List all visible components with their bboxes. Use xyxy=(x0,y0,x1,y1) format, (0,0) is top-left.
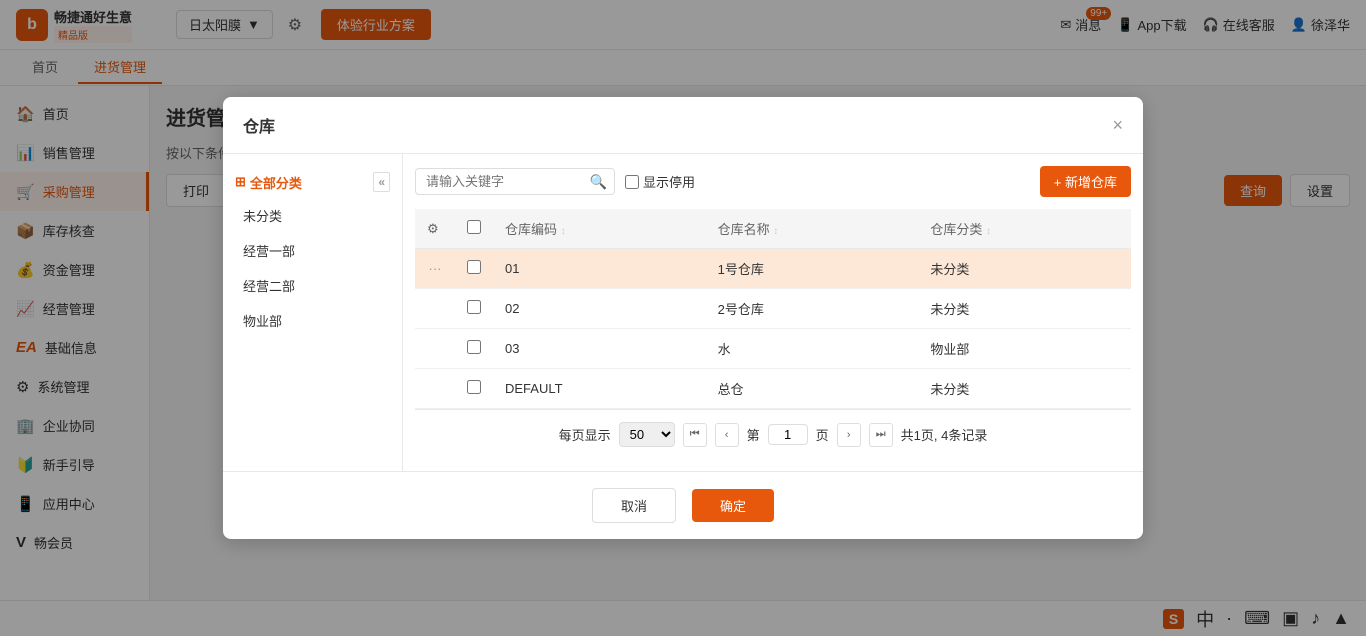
row-actions[interactable] xyxy=(415,329,455,369)
category-item-dept1[interactable]: 经营一部 xyxy=(223,233,402,268)
row-actions[interactable]: ··· xyxy=(415,249,455,289)
last-page-button[interactable]: ⏭ xyxy=(869,423,893,447)
sort-icon-name[interactable]: ↕ xyxy=(773,226,778,237)
row-name: 1号仓库 xyxy=(706,249,919,289)
search-icon[interactable]: 🔍 xyxy=(590,173,607,190)
col-settings[interactable]: ⚙ xyxy=(415,209,455,249)
warehouse-modal: 仓库 × ⊞ 全部分类 « 未分类 经营一部 经营二部 物业部 🔍 xyxy=(223,97,1143,539)
row-category: 未分类 xyxy=(918,249,1131,289)
modal-footer: 取消 确定 xyxy=(223,471,1143,539)
modal-title: 仓库 xyxy=(243,113,275,137)
row-code: DEFAULT xyxy=(493,369,706,409)
page-suffix: 页 xyxy=(816,425,829,444)
category-item-property[interactable]: 物业部 xyxy=(223,303,402,338)
table-row[interactable]: DEFAULT 总仓 未分类 xyxy=(415,369,1131,409)
col-name: 仓库名称 ↕ xyxy=(706,209,919,249)
sort-icon-category[interactable]: ↕ xyxy=(986,226,991,237)
per-page-label: 每页显示 xyxy=(559,425,611,444)
pagination: 每页显示 50 20 100 ⏮ ‹ 第 页 › ⏭ 共1页, 4条记录 xyxy=(415,409,1131,459)
row-actions[interactable] xyxy=(415,369,455,409)
row-code: 02 xyxy=(493,289,706,329)
row-code: 01 xyxy=(493,249,706,289)
show-disabled-label: 显示停用 xyxy=(625,172,695,191)
sort-icon-code[interactable]: ↕ xyxy=(561,226,566,237)
category-all-label: 全部分类 xyxy=(250,173,373,192)
row-checkbox[interactable] xyxy=(455,289,493,329)
table-row[interactable]: ··· 01 1号仓库 未分类 xyxy=(415,249,1131,289)
table-toolbar: 🔍 显示停用 + 新增仓库 xyxy=(415,166,1131,197)
row-category: 未分类 xyxy=(918,289,1131,329)
next-page-button[interactable]: › xyxy=(837,423,861,447)
modal-close-button[interactable]: × xyxy=(1112,115,1123,136)
show-disabled-checkbox[interactable] xyxy=(625,175,639,189)
row-checkbox[interactable] xyxy=(455,329,493,369)
row-checkbox[interactable] xyxy=(455,369,493,409)
row-category: 物业部 xyxy=(918,329,1131,369)
warehouse-table: ⚙ 仓库编码 ↕ 仓库名称 ↕ 仓库分类 ↕ ··· 01 1号仓库 xyxy=(415,209,1131,409)
total-info: 共1页, 4条记录 xyxy=(901,425,988,444)
search-wrapper: 🔍 xyxy=(415,168,615,195)
modal-header: 仓库 × xyxy=(223,97,1143,154)
row-checkbox[interactable] xyxy=(455,249,493,289)
table-container: ⚙ 仓库编码 ↕ 仓库名称 ↕ 仓库分类 ↕ ··· 01 1号仓库 xyxy=(415,209,1131,409)
add-warehouse-button[interactable]: + 新增仓库 xyxy=(1040,166,1131,197)
page-label: 第 xyxy=(747,425,760,444)
row-name: 水 xyxy=(706,329,919,369)
collapse-button[interactable]: « xyxy=(373,172,390,192)
modal-body: ⊞ 全部分类 « 未分类 经营一部 经营二部 物业部 🔍 显示停用 + 新增仓库 xyxy=(223,154,1143,471)
table-panel: 🔍 显示停用 + 新增仓库 ⚙ 仓库编码 xyxy=(403,154,1143,471)
category-item-dept2[interactable]: 经营二部 xyxy=(223,268,402,303)
col-category: 仓库分类 ↕ xyxy=(918,209,1131,249)
per-page-select[interactable]: 50 20 100 xyxy=(619,422,675,447)
col-checkbox xyxy=(455,209,493,249)
category-panel: ⊞ 全部分类 « 未分类 经营一部 经营二部 物业部 xyxy=(223,154,403,471)
col-code: 仓库编码 ↕ xyxy=(493,209,706,249)
row-name: 2号仓库 xyxy=(706,289,919,329)
row-category: 未分类 xyxy=(918,369,1131,409)
select-all-checkbox[interactable] xyxy=(467,220,481,234)
category-item-unclassified[interactable]: 未分类 xyxy=(223,198,402,233)
grid-icon: ⊞ xyxy=(235,174,246,190)
row-code: 03 xyxy=(493,329,706,369)
confirm-button[interactable]: 确定 xyxy=(692,489,774,522)
prev-page-button[interactable]: ‹ xyxy=(715,423,739,447)
page-number-input[interactable] xyxy=(768,424,808,445)
first-page-button[interactable]: ⏮ xyxy=(683,423,707,447)
table-row[interactable]: 03 水 物业部 xyxy=(415,329,1131,369)
search-input[interactable] xyxy=(415,168,615,195)
category-all-header[interactable]: ⊞ 全部分类 « xyxy=(223,166,402,198)
row-actions[interactable] xyxy=(415,289,455,329)
row-name: 总仓 xyxy=(706,369,919,409)
table-row[interactable]: 02 2号仓库 未分类 xyxy=(415,289,1131,329)
cancel-button[interactable]: 取消 xyxy=(592,488,676,523)
